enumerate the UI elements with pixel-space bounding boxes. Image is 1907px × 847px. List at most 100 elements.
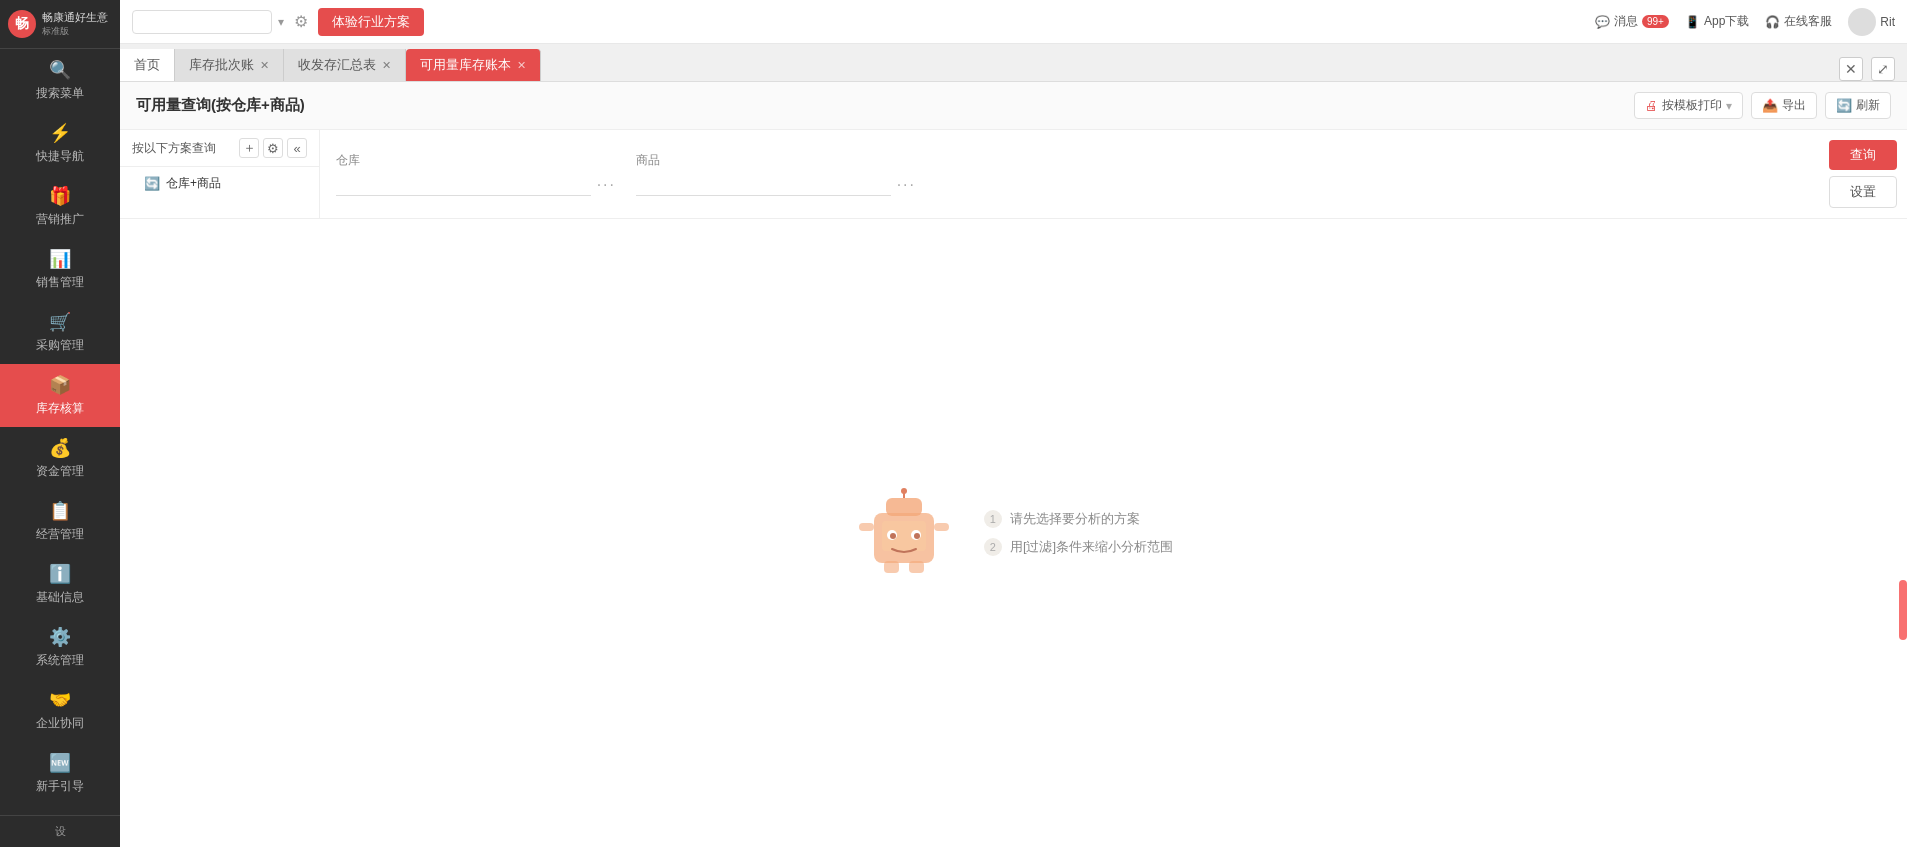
username-label: Rit: [1880, 15, 1895, 29]
svg-point-4: [890, 533, 896, 539]
sidebar-item-finance[interactable]: 💰 资金管理: [0, 427, 120, 490]
sidebar-item-basic-info[interactable]: ℹ️ 基础信息: [0, 553, 120, 616]
scheme-panel: 按以下方案查询 ＋ ⚙ « 🔄 仓库+商品: [120, 130, 320, 218]
message-icon: 💬: [1595, 15, 1610, 29]
scheme-item-icon: 🔄: [144, 176, 160, 191]
tab-inventory-summary[interactable]: 收发存汇总表 ✕: [284, 49, 406, 81]
empty-state: 1 请先选择要分析的方案 2 用[过滤]条件来缩小分析范围: [120, 219, 1907, 847]
goods-filter-group: 商品 ···: [636, 152, 916, 196]
query-button[interactable]: 查询: [1829, 140, 1897, 170]
sidebar-item-label: 销售管理: [36, 274, 84, 291]
refresh-button[interactable]: 🔄 刷新: [1825, 92, 1891, 119]
scroll-indicator[interactable]: [1899, 580, 1907, 640]
expand-tab-button[interactable]: ⤢: [1871, 57, 1895, 81]
page-title: 可用量查询(按仓库+商品): [136, 96, 305, 115]
page-header: 可用量查询(按仓库+商品) 🖨 按模板打印 ▾ 📤 导出 🔄 刷新: [120, 82, 1907, 130]
message-button[interactable]: 💬 消息 99+: [1595, 13, 1669, 30]
sidebar-item-quick-nav[interactable]: ⚡ 快捷导航: [0, 112, 120, 175]
page-header-actions: 🖨 按模板打印 ▾ 📤 导出 🔄 刷新: [1634, 92, 1891, 119]
sidebar-item-operations[interactable]: 📋 经营管理: [0, 490, 120, 553]
tab-available-account-close[interactable]: ✕: [517, 59, 526, 72]
svg-rect-11: [884, 561, 899, 573]
export-icon: 📤: [1762, 98, 1778, 113]
sidebar-item-app-center[interactable]: 📱 应用中心: [0, 805, 120, 815]
sidebar-bottom-label: 设: [55, 824, 66, 839]
headset-icon: 🎧: [1765, 15, 1780, 29]
sidebar-item-enterprise[interactable]: 🤝 企业协同: [0, 679, 120, 742]
settings-icon[interactable]: ⚙: [294, 12, 308, 31]
goods-filter-label: 商品: [636, 152, 916, 169]
filter-area: 仓库 ··· 商品 ···: [320, 130, 1819, 218]
export-button[interactable]: 📤 导出: [1751, 92, 1817, 119]
search-input[interactable]: [132, 10, 272, 34]
warehouse-more-icon[interactable]: ···: [597, 176, 616, 194]
app-name: 畅康通好生意: [42, 10, 108, 24]
print-button[interactable]: 🖨 按模板打印 ▾: [1634, 92, 1743, 119]
goods-more-icon[interactable]: ···: [897, 176, 916, 194]
tab-available-account[interactable]: 可用量库存账本 ✕: [406, 49, 541, 81]
collapse-scheme-button[interactable]: «: [287, 138, 307, 158]
app-version: 标准版: [42, 25, 108, 38]
phone-icon: 📱: [1685, 15, 1700, 29]
sidebar-item-purchase[interactable]: 🛒 采购管理: [0, 301, 120, 364]
sidebar: 畅 畅康通好生意 标准版 🔍 搜索菜单 ⚡ 快捷导航 🎁 营销推广 📊 销售管理…: [0, 0, 120, 847]
warehouse-filter-input-row: ···: [336, 173, 616, 196]
tab-batch-account-close[interactable]: ✕: [260, 59, 269, 72]
settings-button[interactable]: 设置: [1829, 176, 1897, 208]
scheme-item-label: 仓库+商品: [166, 175, 221, 192]
export-label: 导出: [1782, 97, 1806, 114]
sidebar-item-marketing[interactable]: 🎁 营销推广: [0, 175, 120, 238]
scheme-panel-actions: ＋ ⚙ «: [239, 138, 307, 158]
sidebar-item-system[interactable]: ⚙️ 系统管理: [0, 616, 120, 679]
print-chevron-icon: ▾: [1726, 99, 1732, 113]
empty-tip-2: 2 用[过滤]条件来缩小分析范围: [984, 538, 1173, 556]
query-area: 按以下方案查询 ＋ ⚙ « 🔄 仓库+商品 仓库: [120, 130, 1907, 219]
chevron-down-icon[interactable]: ▾: [278, 15, 284, 29]
svg-rect-12: [909, 561, 924, 573]
industry-button[interactable]: 体验行业方案: [318, 8, 424, 36]
tab-inventory-summary-label: 收发存汇总表: [298, 56, 376, 74]
goods-input[interactable]: [636, 173, 891, 196]
scheme-panel-label: 按以下方案查询: [132, 140, 216, 157]
sidebar-bottom[interactable]: 设: [0, 815, 120, 847]
svg-rect-10: [934, 523, 949, 531]
add-scheme-button[interactable]: ＋: [239, 138, 259, 158]
app-logo: 畅 畅康通好生意 标准版: [0, 0, 120, 49]
tab-available-account-label: 可用量库存账本: [420, 56, 511, 74]
topbar: ▾ ⚙ 体验行业方案 💬 消息 99+ 📱 App下载 🎧 在线客服 Rit: [120, 0, 1907, 44]
sidebar-item-guide[interactable]: 🆕 新手引导: [0, 742, 120, 805]
sidebar-item-label: 基础信息: [36, 589, 84, 606]
refresh-label: 刷新: [1856, 97, 1880, 114]
online-service-button[interactable]: 🎧 在线客服: [1765, 13, 1832, 30]
app-download-button[interactable]: 📱 App下载: [1685, 13, 1749, 30]
empty-illustration: [854, 483, 954, 583]
logo-icon: 畅: [8, 10, 36, 38]
topbar-right: 💬 消息 99+ 📱 App下载 🎧 在线客服 Rit: [1595, 8, 1895, 36]
svg-rect-6: [886, 498, 922, 516]
goods-filter-input-row: ···: [636, 173, 916, 196]
sidebar-item-label: 营销推广: [36, 211, 84, 228]
sidebar-item-label: 采购管理: [36, 337, 84, 354]
user-profile[interactable]: Rit: [1848, 8, 1895, 36]
warehouse-filter-label: 仓库: [336, 152, 616, 169]
scheme-settings-button[interactable]: ⚙: [263, 138, 283, 158]
finance-icon: 💰: [49, 437, 71, 459]
warehouse-input[interactable]: [336, 173, 591, 196]
sidebar-item-label: 快捷导航: [36, 148, 84, 165]
guide-icon: 🆕: [49, 752, 71, 774]
sidebar-item-search[interactable]: 🔍 搜索菜单: [0, 49, 120, 112]
query-buttons: 查询 设置: [1819, 130, 1907, 218]
scheme-panel-header: 按以下方案查询 ＋ ⚙ «: [120, 130, 319, 167]
svg-point-8: [901, 488, 907, 494]
warehouse-filter-group: 仓库 ···: [336, 152, 616, 196]
sidebar-nav: 🔍 搜索菜单 ⚡ 快捷导航 🎁 营销推广 📊 销售管理 🛒 采购管理 📦 库存核…: [0, 49, 120, 815]
scheme-item-warehouse-goods[interactable]: 🔄 仓库+商品: [120, 167, 319, 200]
tab-inventory-summary-close[interactable]: ✕: [382, 59, 391, 72]
sidebar-item-label: 经营管理: [36, 526, 84, 543]
sidebar-item-inventory[interactable]: 📦 库存核算: [0, 364, 120, 427]
tab-batch-account[interactable]: 库存批次账 ✕: [175, 49, 284, 81]
close-tab-button[interactable]: ✕: [1839, 57, 1863, 81]
sidebar-item-sales[interactable]: 📊 销售管理: [0, 238, 120, 301]
svg-rect-9: [859, 523, 874, 531]
tab-home[interactable]: 首页: [120, 49, 175, 81]
